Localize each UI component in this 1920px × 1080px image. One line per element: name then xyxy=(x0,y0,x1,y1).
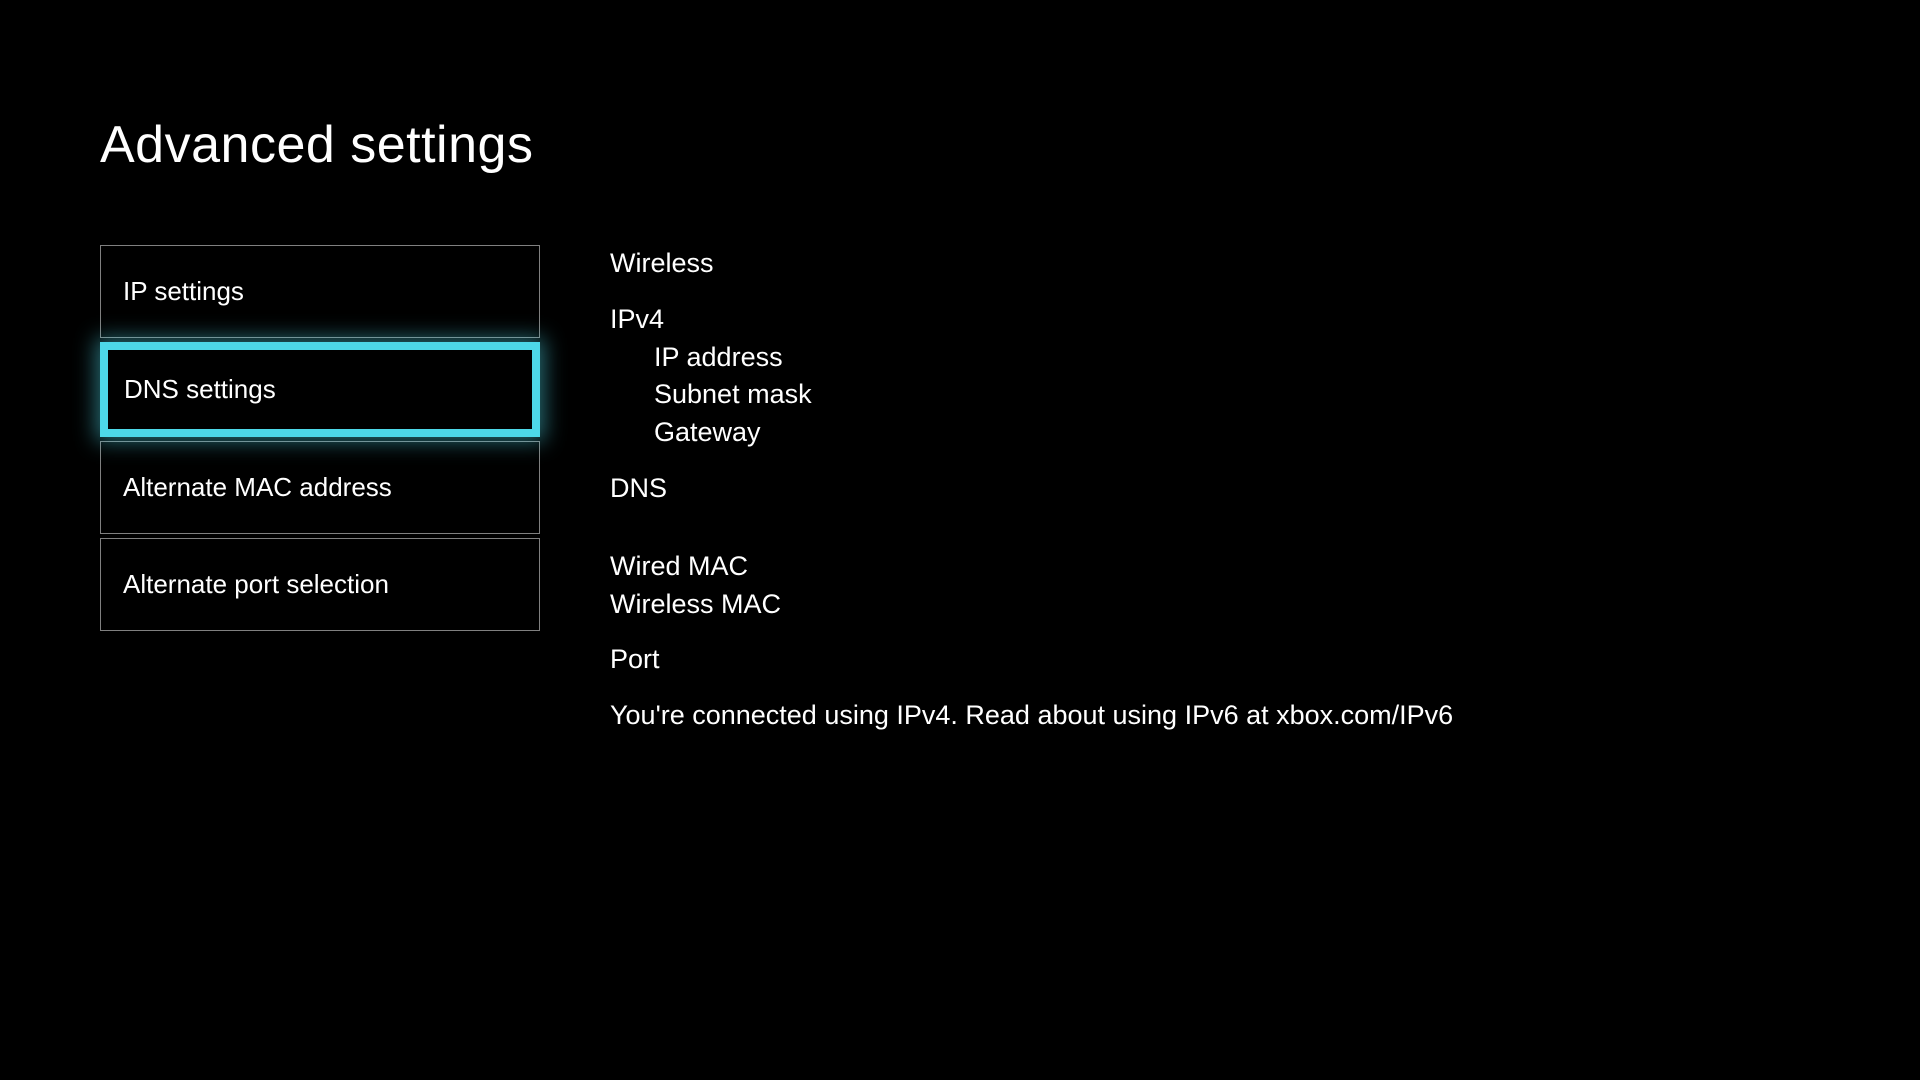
ip-address-label: IP address xyxy=(610,339,1453,377)
connection-message: You're connected using IPv4. Read about … xyxy=(610,697,1453,735)
wired-mac-label: Wired MAC xyxy=(610,548,1453,586)
gateway-label: Gateway xyxy=(610,414,1453,452)
port-label: Port xyxy=(610,641,1453,679)
menu-item-alternate-mac[interactable]: Alternate MAC address xyxy=(100,441,540,534)
dns-label: DNS xyxy=(610,470,1453,508)
wireless-label: Wireless xyxy=(610,245,1453,283)
menu-item-alternate-port[interactable]: Alternate port selection xyxy=(100,538,540,631)
menu-item-dns-settings[interactable]: DNS settings xyxy=(100,342,540,437)
info-panel: Wireless IPv4 IP address Subnet mask Gat… xyxy=(610,245,1453,735)
ipv4-label: IPv4 xyxy=(610,301,1453,339)
page-title: Advanced settings xyxy=(100,115,1920,175)
wireless-mac-label: Wireless MAC xyxy=(610,586,1453,624)
menu-item-ip-settings[interactable]: IP settings xyxy=(100,245,540,338)
settings-menu: IP settings DNS settings Alternate MAC a… xyxy=(100,245,540,735)
subnet-mask-label: Subnet mask xyxy=(610,376,1453,414)
